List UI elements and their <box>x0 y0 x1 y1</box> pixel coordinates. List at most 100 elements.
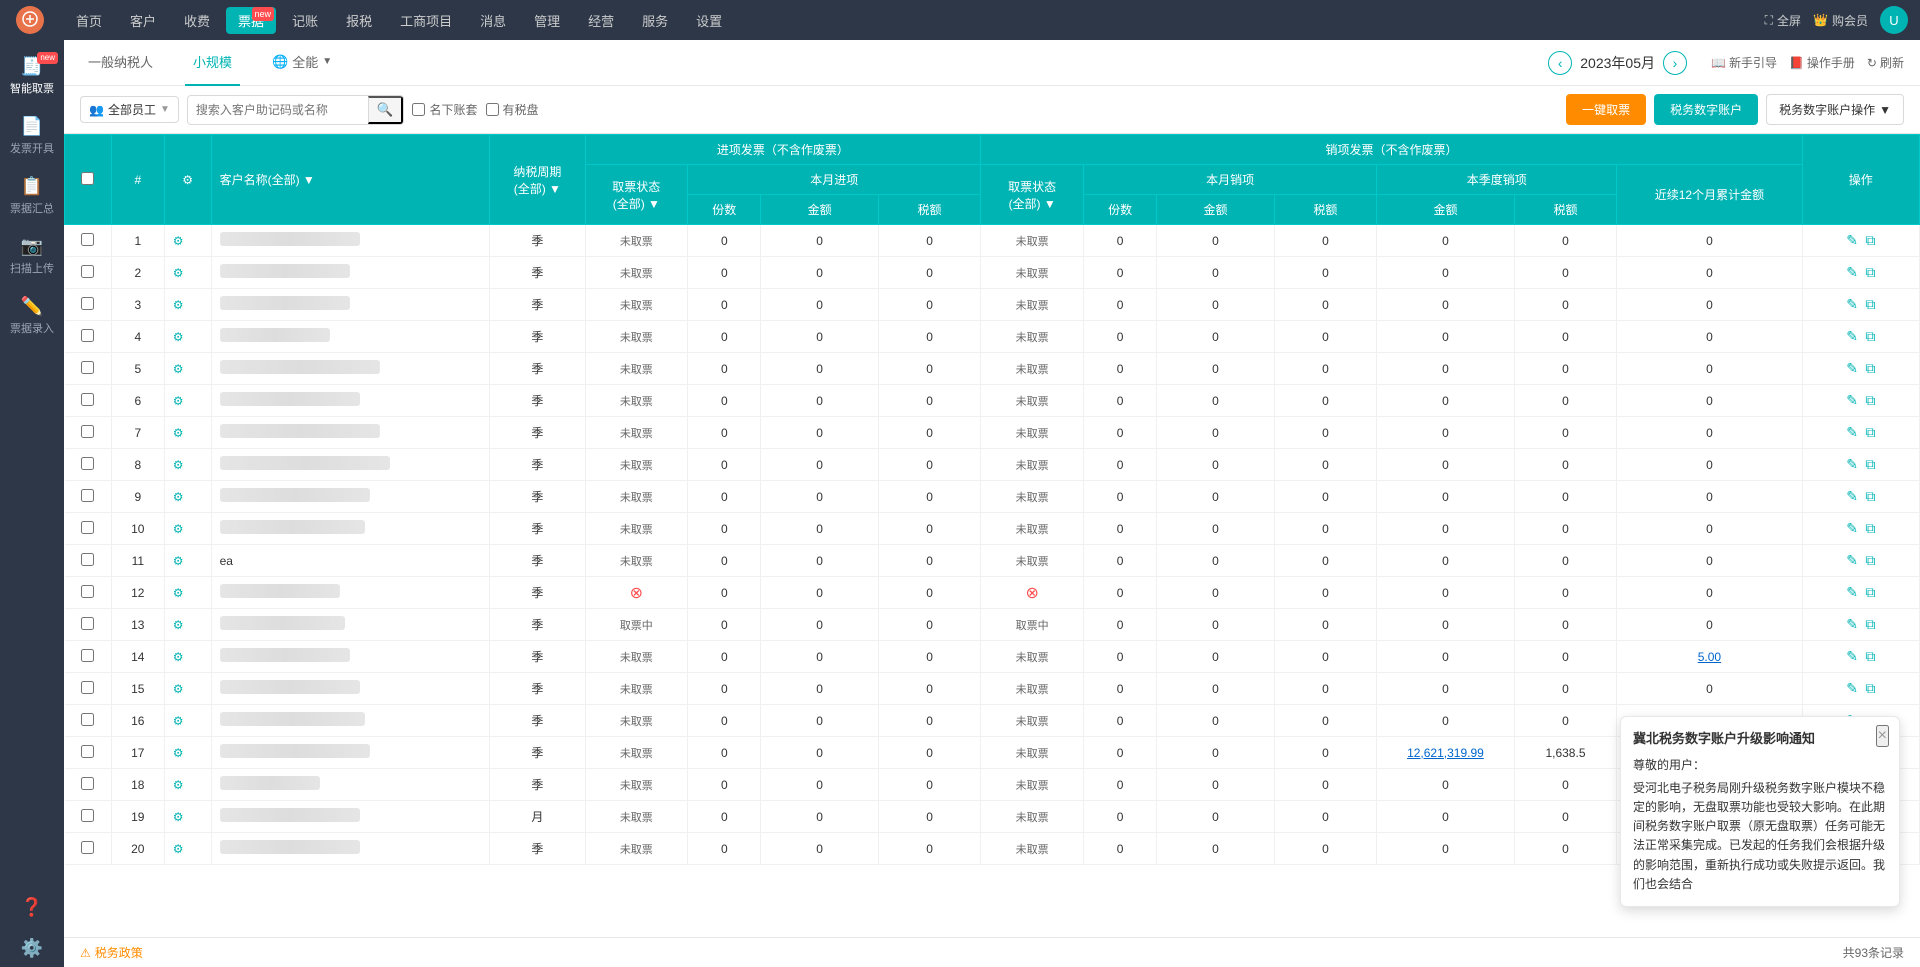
row-client-name[interactable] <box>211 609 490 641</box>
row-settings[interactable]: ⚙ <box>164 737 211 769</box>
row-client-name[interactable] <box>211 833 490 865</box>
row-checkbox[interactable] <box>65 545 112 577</box>
copy-btn[interactable]: ⧉ <box>1863 422 1877 443</box>
digital-account-ops-btn[interactable]: 税务数字账户操作 ▼ <box>1766 94 1904 125</box>
edit-btn[interactable]: ✎ <box>1844 614 1860 635</box>
row-checkbox[interactable] <box>65 353 112 385</box>
row-client-name[interactable] <box>211 257 490 289</box>
row-checkbox[interactable] <box>65 641 112 673</box>
tab-general-taxpayer[interactable]: 一般纳税人 <box>80 40 161 86</box>
tax-policy-link[interactable]: 税务政策 <box>95 944 143 961</box>
row-checkbox[interactable] <box>65 737 112 769</box>
select-all-checkbox[interactable] <box>81 172 94 185</box>
edit-btn[interactable]: ✎ <box>1844 518 1860 539</box>
user-avatar[interactable]: U <box>1880 6 1908 34</box>
row-settings[interactable]: ⚙ <box>164 321 211 353</box>
row-settings[interactable]: ⚙ <box>164 641 211 673</box>
row-client-name[interactable] <box>211 289 490 321</box>
edit-btn[interactable]: ✎ <box>1844 358 1860 379</box>
row-client-name[interactable] <box>211 449 490 481</box>
new-guide-btn[interactable]: 📖 新手引导 <box>1711 54 1777 71</box>
row-checkbox[interactable] <box>65 449 112 481</box>
edit-btn[interactable]: ✎ <box>1844 454 1860 475</box>
row-checkbox[interactable] <box>65 833 112 865</box>
sidebar-item-scan-upload[interactable]: 📷 扫描上传 <box>4 228 60 284</box>
row-client-name[interactable] <box>211 385 490 417</box>
row-client-name[interactable]: ea <box>211 545 490 577</box>
sidebar-item-invoice-entry[interactable]: ✏️ 票据录入 <box>4 288 60 344</box>
row-client-name[interactable] <box>211 801 490 833</box>
row-settings[interactable]: ⚙ <box>164 449 211 481</box>
copy-btn[interactable]: ⧉ <box>1863 262 1877 283</box>
fullscreen-btn[interactable]: ⛶ 全屏 <box>1765 12 1801 29</box>
copy-btn[interactable]: ⧉ <box>1863 518 1877 539</box>
copy-btn[interactable]: ⧉ <box>1863 614 1877 635</box>
row-settings[interactable]: ⚙ <box>164 577 211 609</box>
row-client-name[interactable] <box>211 321 490 353</box>
row-client-name[interactable] <box>211 577 490 609</box>
sidebar-bottom-help[interactable]: ❓ <box>4 889 60 926</box>
row-settings[interactable]: ⚙ <box>164 289 211 321</box>
manual-btn[interactable]: 📕 操作手册 <box>1789 54 1855 71</box>
edit-btn[interactable]: ✎ <box>1844 486 1860 507</box>
nav-clients[interactable]: 客户 <box>118 7 168 34</box>
row-settings[interactable]: ⚙ <box>164 385 211 417</box>
edit-btn[interactable]: ✎ <box>1844 678 1860 699</box>
row-client-name[interactable] <box>211 673 490 705</box>
row-settings[interactable]: ⚙ <box>164 705 211 737</box>
nav-settings[interactable]: 设置 <box>684 7 734 34</box>
copy-btn[interactable]: ⧉ <box>1863 454 1877 475</box>
copy-btn[interactable]: ⧉ <box>1863 582 1877 603</box>
row-checkbox[interactable] <box>65 769 112 801</box>
copy-btn[interactable]: ⧉ <box>1863 550 1877 571</box>
row-settings[interactable]: ⚙ <box>164 481 211 513</box>
edit-btn[interactable]: ✎ <box>1844 646 1860 667</box>
row-client-name[interactable] <box>211 705 490 737</box>
tab-all-capable[interactable]: 🌐 全能 ▼ <box>264 40 340 86</box>
row-settings[interactable]: ⚙ <box>164 769 211 801</box>
row-checkbox[interactable] <box>65 609 112 641</box>
row-checkbox[interactable] <box>65 417 112 449</box>
sidebar-item-invoice-summary[interactable]: 📋 票据汇总 <box>4 168 60 224</box>
employee-select[interactable]: 👥 全部员工 ▼ <box>80 96 179 123</box>
quick-fetch-btn[interactable]: 一键取票 <box>1566 94 1646 125</box>
copy-btn[interactable]: ⧉ <box>1863 294 1877 315</box>
header-output-status[interactable]: 取票状态(全部) ▼ <box>981 165 1084 225</box>
copy-btn[interactable]: ⧉ <box>1863 326 1877 347</box>
copy-btn[interactable]: ⧉ <box>1863 390 1877 411</box>
edit-btn[interactable]: ✎ <box>1844 422 1860 443</box>
nav-business[interactable]: 工商项目 <box>388 7 464 34</box>
edit-btn[interactable]: ✎ <box>1844 582 1860 603</box>
row-settings[interactable]: ⚙ <box>164 545 211 577</box>
row-settings[interactable]: ⚙ <box>164 417 211 449</box>
checkbox-taxdisk[interactable]: 有税盘 <box>486 101 539 118</box>
row-checkbox[interactable] <box>65 801 112 833</box>
member-btn[interactable]: 👑 购会员 <box>1813 12 1868 29</box>
account-checkbox[interactable] <box>412 103 425 116</box>
header-client-name[interactable]: 客户名称(全部) ▼ <box>211 135 490 225</box>
sidebar-bottom-settings[interactable]: ⚙️ <box>4 930 60 967</box>
nav-billing[interactable]: 收费 <box>172 7 222 34</box>
header-checkbox[interactable] <box>65 135 112 225</box>
edit-btn[interactable]: ✎ <box>1844 230 1860 251</box>
nav-operations[interactable]: 经营 <box>576 7 626 34</box>
edit-btn[interactable]: ✎ <box>1844 390 1860 411</box>
nav-tax[interactable]: 报税 <box>334 7 384 34</box>
digital-account-btn[interactable]: 税务数字账户 <box>1654 94 1758 125</box>
taxdisk-checkbox[interactable] <box>486 103 499 116</box>
copy-btn[interactable]: ⧉ <box>1863 486 1877 507</box>
row-checkbox[interactable] <box>65 513 112 545</box>
copy-btn[interactable]: ⧉ <box>1863 230 1877 251</box>
popup-close-btn[interactable]: × <box>1876 725 1889 747</box>
row-settings[interactable]: ⚙ <box>164 801 211 833</box>
row-settings[interactable]: ⚙ <box>164 609 211 641</box>
row-client-name[interactable] <box>211 225 490 257</box>
checkbox-account[interactable]: 名下账套 <box>412 101 477 118</box>
period-prev-btn[interactable]: ‹ <box>1548 51 1572 75</box>
row-checkbox[interactable] <box>65 577 112 609</box>
tab-small-scale[interactable]: 小规模 <box>185 40 240 86</box>
sidebar-item-invoice-issue[interactable]: 📄 发票开具 <box>4 108 60 164</box>
nav-services[interactable]: 服务 <box>630 7 680 34</box>
row-checkbox[interactable] <box>65 673 112 705</box>
copy-btn[interactable]: ⧉ <box>1863 646 1877 667</box>
